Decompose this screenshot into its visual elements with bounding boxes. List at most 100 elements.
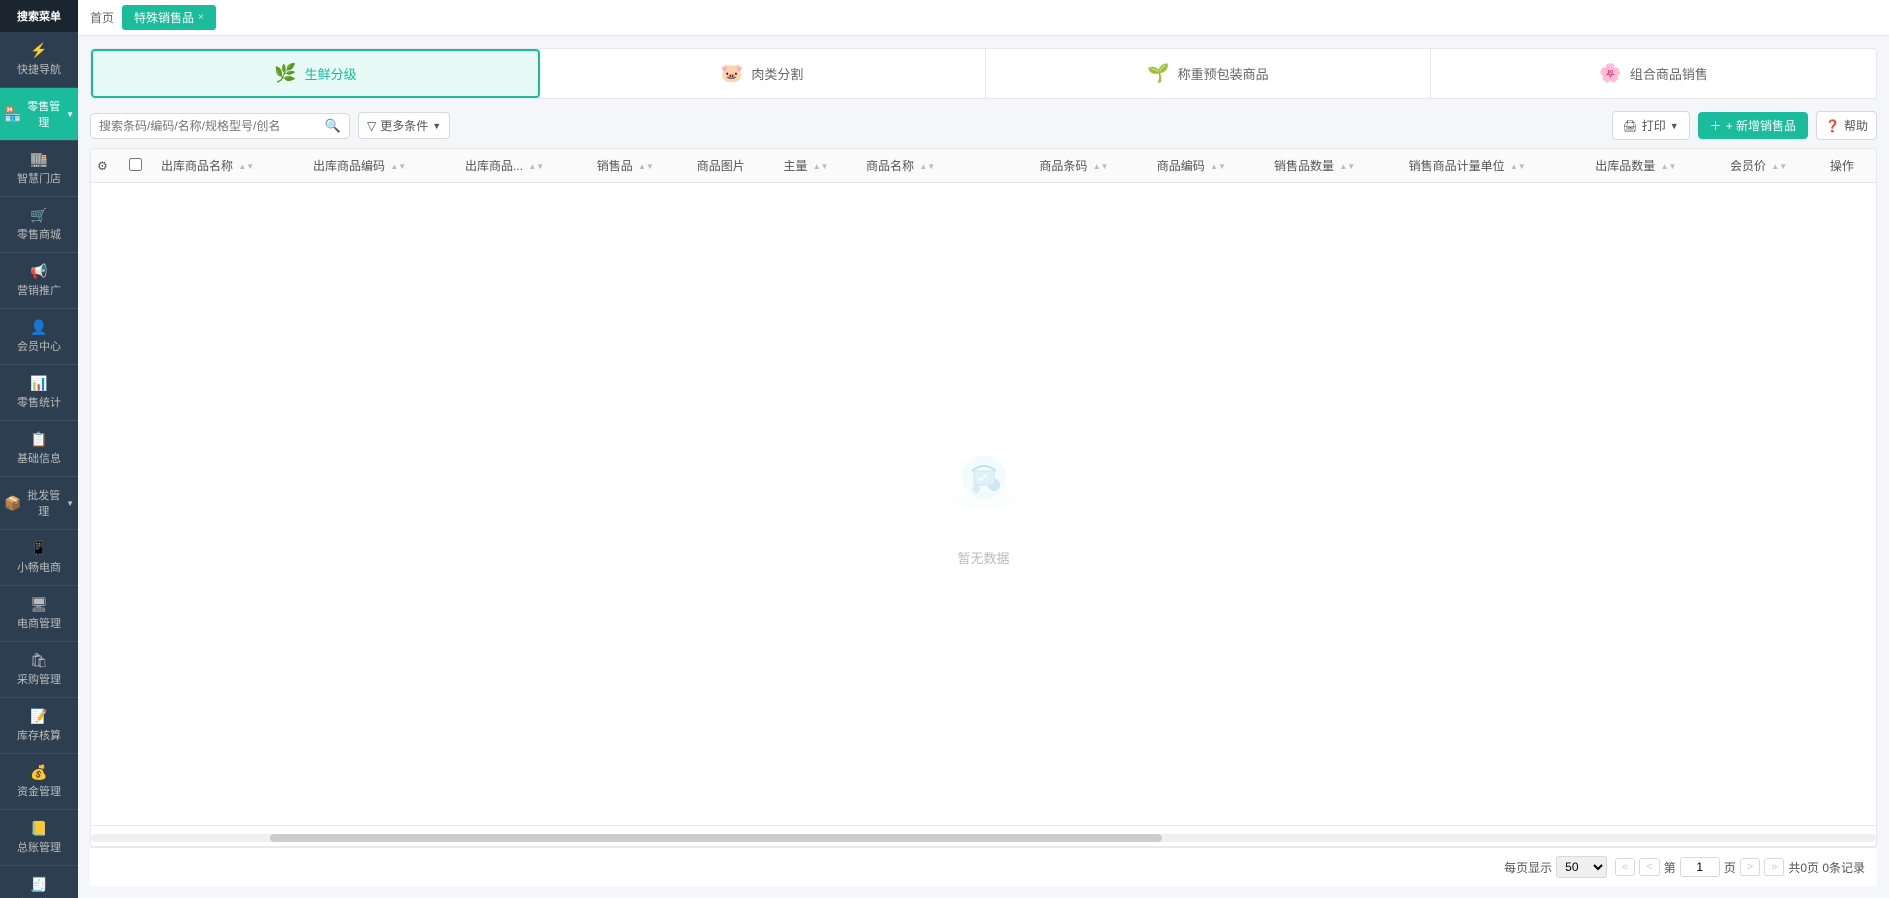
col-main-weight[interactable]: 主量 ▲▼ [777, 149, 860, 183]
inventory-icon: 📝 [30, 708, 47, 725]
search-box[interactable]: 🔍 [90, 113, 350, 139]
active-tab[interactable]: 特殊销售品 × [122, 5, 216, 30]
member-icon: 👤 [30, 319, 47, 336]
col-out-spec[interactable]: 出库商品... ▲▼ [459, 149, 591, 183]
col-out-qty-label: 出库品数量 [1595, 159, 1655, 173]
filter-label: 更多条件 [380, 117, 428, 134]
sidebar-item-label: 批发管理 [23, 487, 64, 519]
sidebar-item-finance[interactable]: 💰 资金管理 [0, 754, 78, 810]
col-barcode[interactable]: 商品条码 ▲▼ [1033, 149, 1150, 183]
prev-page-button[interactable]: < [1639, 858, 1659, 876]
sidebar-item-basic-info[interactable]: 📋 基础信息 [0, 421, 78, 477]
sidebar-item-ledger[interactable]: 📒 总账管理 [0, 810, 78, 866]
sidebar-item-label: 资金管理 [17, 783, 61, 799]
first-page-button[interactable]: « [1615, 858, 1635, 876]
retail-mall-icon: 🛒 [30, 207, 47, 224]
category-tabs: 🌿 生鲜分级 🐷 肉类分割 🌱 称重预包装商品 🌸 组合商品销售 [90, 48, 1877, 99]
col-sale-item[interactable]: 销售品 ▲▼ [591, 149, 691, 183]
sort-icon: ▲▼ [1771, 163, 1787, 171]
sidebar-item-label: 营销推广 [17, 282, 61, 298]
col-out-qty[interactable]: 出库品数量 ▲▼ [1589, 149, 1724, 183]
current-page-input[interactable] [1680, 857, 1720, 877]
ledger-icon: 📒 [30, 820, 47, 837]
col-settings[interactable]: ⚙ [91, 149, 123, 183]
sidebar-item-invoice[interactable]: 🧾 发票管理 [0, 866, 78, 898]
page-size-select[interactable]: 10 20 50 100 [1556, 856, 1607, 878]
weight-icon: 🌱 [1147, 63, 1169, 84]
sidebar-item-retail-stats[interactable]: 📊 零售统计 [0, 365, 78, 421]
col-member-price[interactable]: 会员价 ▲▼ [1724, 149, 1824, 183]
cat-tab-weight[interactable]: 🌱 称重预包装商品 [986, 49, 1432, 98]
col-sale-unit[interactable]: 销售商品计量单位 ▲▼ [1403, 149, 1590, 183]
sidebar-item-label: 零售管理 [23, 98, 64, 130]
combo-icon: 🌸 [1599, 63, 1621, 84]
page-size-label: 每页显示 [1504, 859, 1552, 876]
sidebar-item-label: 采购管理 [17, 671, 61, 687]
wholesale-icon: 📦 [4, 495, 21, 512]
cat-tab-meat[interactable]: 🐷 肉类分割 [540, 49, 986, 98]
col-sale-qty[interactable]: 销售品数量 ▲▼ [1268, 149, 1403, 183]
sidebar-item-wholesale[interactable]: 📦 批发管理 ▼ [0, 477, 78, 530]
col-image-label: 商品图片 [697, 159, 745, 173]
printer-icon: 🖨 [1623, 119, 1638, 133]
cat-tab-combo[interactable]: 🌸 组合商品销售 [1431, 49, 1876, 98]
col-product-code-label: 商品编码 [1157, 159, 1205, 173]
sidebar-item-member[interactable]: 👤 会员中心 [0, 309, 78, 365]
print-button[interactable]: 🖨 打印 ▼ [1612, 111, 1690, 140]
help-label: 帮助 [1844, 117, 1868, 134]
toolbar: 🔍 ▽ 更多条件 ▼ 🖨 打印 ▼ ＋ + 新增销售品 [90, 111, 1877, 140]
active-tab-label: 特殊销售品 [134, 9, 194, 26]
page-size-selector: 每页显示 10 20 50 100 [1504, 856, 1607, 878]
search-icon: 🔍 [325, 118, 341, 134]
col-checkbox[interactable] [123, 149, 155, 183]
col-out-name-label: 出库商品名称 [161, 159, 233, 173]
col-out-name[interactable]: 出库商品名称 ▲▼ [155, 149, 307, 183]
sidebar-item-marketing[interactable]: 📢 营销推广 [0, 253, 78, 309]
next-page-button[interactable]: > [1740, 858, 1760, 876]
sidebar-item-mini-shop[interactable]: 📱 小畅电商 [0, 530, 78, 586]
quick-nav-icon: ⚡ [30, 42, 47, 59]
content-area: 🌿 生鲜分级 🐷 肉类分割 🌱 称重预包装商品 🌸 组合商品销售 🔍 [78, 36, 1889, 898]
sort-icon: ▲▼ [1210, 163, 1226, 171]
tab-close-icon[interactable]: × [198, 12, 204, 23]
sidebar-item-ecommerce[interactable]: 🖥 电商管理 [0, 586, 78, 642]
sidebar-item-retail-mall[interactable]: 🛒 零售商城 [0, 197, 78, 253]
sidebar-item-inventory[interactable]: 📝 库存核算 [0, 698, 78, 754]
sidebar-item-label: 库存核算 [17, 727, 61, 743]
search-input[interactable] [99, 119, 321, 133]
finance-icon: 💰 [30, 764, 47, 781]
col-sale-unit-label: 销售商品计量单位 [1409, 159, 1505, 173]
add-sale-item-button[interactable]: ＋ + 新增销售品 [1698, 112, 1808, 139]
help-button[interactable]: ❓ 帮助 [1816, 111, 1877, 140]
col-product-code[interactable]: 商品编码 ▲▼ [1151, 149, 1268, 183]
cat-tab-weight-label: 称重预包装商品 [1178, 64, 1269, 83]
help-icon: ❓ [1825, 119, 1840, 133]
cat-tab-fresh[interactable]: 🌿 生鲜分级 [91, 49, 540, 98]
print-label: 打印 [1642, 117, 1666, 134]
sidebar-item-purchase[interactable]: 🛍 采购管理 [0, 642, 78, 698]
sidebar-item-quick-nav[interactable]: ⚡ 快捷导航 [0, 32, 78, 88]
sidebar-item-label: 基础信息 [17, 450, 61, 466]
sidebar-item-smart-store[interactable]: 🏬 智慧门店 [0, 141, 78, 197]
ecommerce-icon: 🖥 [30, 596, 48, 613]
col-sale-qty-label: 销售品数量 [1274, 159, 1334, 173]
last-page-button[interactable]: » [1764, 858, 1784, 876]
col-out-code-label: 出库商品编码 [313, 159, 385, 173]
select-all-checkbox[interactable] [129, 158, 142, 171]
pagination: 每页显示 10 20 50 100 « < 第 页 > » 共0页 0条记录 [90, 847, 1877, 886]
sidebar-item-label: 小畅电商 [17, 559, 61, 575]
horizontal-scrollbar[interactable] [91, 834, 1876, 842]
retail-mgmt-icon: 🏪 [4, 106, 21, 123]
home-breadcrumb[interactable]: 首页 [90, 9, 114, 26]
filter-button[interactable]: ▽ 更多条件 ▼ [358, 112, 450, 139]
col-product-name[interactable]: 商品名称 ▲▼ [860, 149, 1033, 183]
basic-info-icon: 📋 [30, 431, 47, 448]
sidebar-item-label: 零售统计 [17, 394, 61, 410]
col-out-code[interactable]: 出库商品编码 ▲▼ [307, 149, 459, 183]
empty-illustration [944, 441, 1024, 536]
table-header-row: ⚙ 出库商品名称 ▲▼ 出库商品编码 ▲▼ [91, 149, 1876, 183]
chevron-down-icon: ▼ [66, 110, 74, 119]
sidebar-item-retail-mgmt[interactable]: 🏪 零售管理 ▼ [0, 88, 78, 141]
col-product-name-label: 商品名称 [866, 159, 914, 173]
page-unit-label: 页 [1724, 859, 1736, 876]
